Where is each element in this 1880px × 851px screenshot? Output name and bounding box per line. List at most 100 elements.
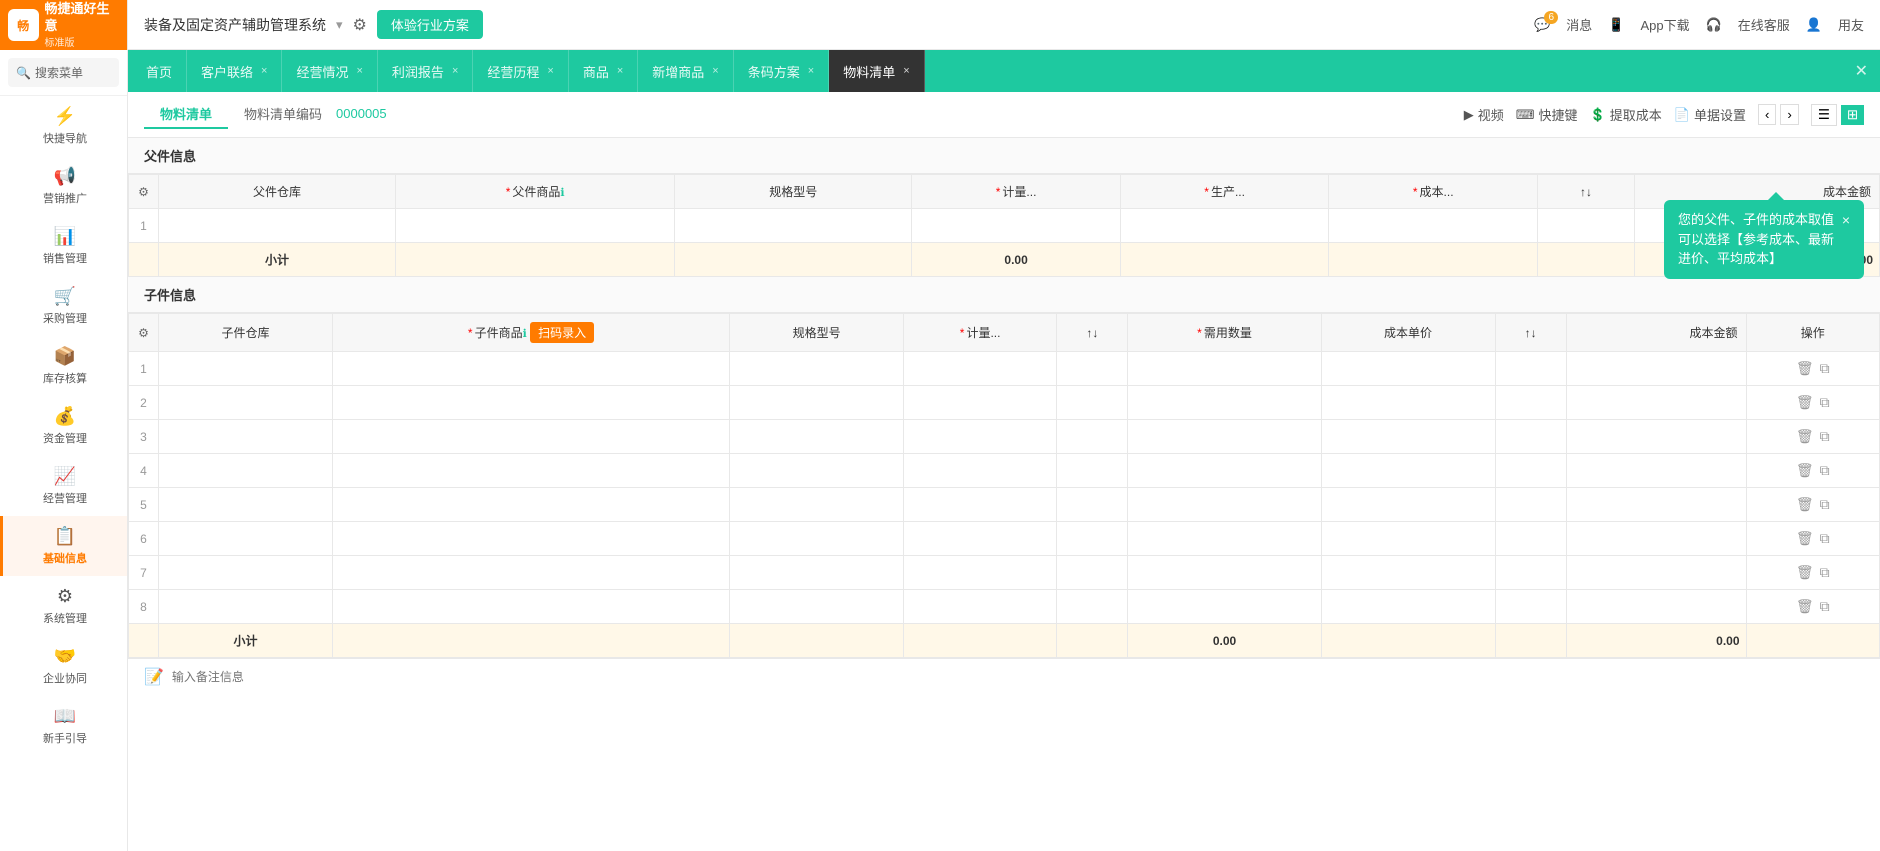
sidebar-item-sales[interactable]: 📊 销售管理	[0, 216, 127, 276]
search-menu-button[interactable]: 🔍 搜索菜单	[8, 58, 119, 87]
prev-page-btn[interactable]: ‹	[1758, 104, 1776, 125]
child-row5-warehouse[interactable]	[159, 488, 333, 522]
child-row4-needed-qty[interactable]	[1128, 454, 1321, 488]
tab-profit[interactable]: 利润报告 ×	[378, 50, 473, 92]
close-all-tabs[interactable]: ✕	[1847, 61, 1876, 81]
tab-home[interactable]: 首页	[132, 50, 187, 92]
child-settings-icon[interactable]: ⚙	[138, 326, 149, 340]
tab-product-close[interactable]: ×	[617, 65, 623, 77]
online-service-label[interactable]: 在线客服	[1738, 15, 1790, 34]
child-row8-warehouse[interactable]	[159, 590, 333, 624]
child-row4-sort2[interactable]	[1495, 454, 1566, 488]
tab-barcode[interactable]: 条码方案 ×	[734, 50, 829, 92]
tab-bom-close[interactable]: ×	[903, 65, 909, 77]
child-row7-sort1[interactable]	[1057, 556, 1128, 590]
child-row5-sort2[interactable]	[1495, 488, 1566, 522]
child-row4-qty-unit[interactable]	[904, 454, 1057, 488]
tab-bom[interactable]: 物料清单 ×	[829, 50, 924, 92]
child-row8-copy-icon[interactable]: ⧉	[1820, 598, 1830, 615]
child-row7-needed-qty[interactable]	[1128, 556, 1321, 590]
user-name[interactable]: 用友	[1838, 15, 1864, 34]
child-row1-product[interactable]	[333, 352, 730, 386]
child-row5-delete-icon[interactable]: 🗑	[1796, 496, 1814, 513]
child-row6-product[interactable]	[333, 522, 730, 556]
tab-business-status[interactable]: 经营情况 ×	[282, 50, 377, 92]
child-row1-warehouse[interactable]	[159, 352, 333, 386]
tab-new-product[interactable]: 新增商品 ×	[638, 50, 733, 92]
child-row6-qty-unit[interactable]	[904, 522, 1057, 556]
message-wrap[interactable]: 💬 6	[1534, 17, 1550, 33]
tab-customer-close[interactable]: ×	[261, 65, 267, 77]
settings-icon[interactable]: ⚙	[353, 15, 367, 35]
parent-settings-icon[interactable]: ⚙	[138, 185, 149, 199]
tab-business-status-close[interactable]: ×	[356, 65, 362, 77]
child-row7-qty-unit[interactable]	[904, 556, 1057, 590]
tab-profit-close[interactable]: ×	[452, 65, 458, 77]
tab-barcode-close[interactable]: ×	[808, 65, 814, 77]
child-row5-product[interactable]	[333, 488, 730, 522]
tab-customer[interactable]: 客户联络 ×	[187, 50, 282, 92]
child-row3-sort2[interactable]	[1495, 420, 1566, 454]
child-row6-needed-qty[interactable]	[1128, 522, 1321, 556]
parent-row1-sort[interactable]	[1537, 209, 1634, 243]
child-row1-cost-unit[interactable]	[1321, 352, 1495, 386]
child-row4-product[interactable]	[333, 454, 730, 488]
child-th-sort1[interactable]: ↑↓	[1057, 314, 1128, 352]
message-label[interactable]: 消息	[1566, 15, 1592, 34]
tooltip-close-btn[interactable]: ×	[1842, 210, 1850, 231]
child-row1-qty-unit[interactable]	[904, 352, 1057, 386]
child-row1-copy-icon[interactable]: ⧉	[1820, 360, 1830, 377]
child-row3-copy-icon[interactable]: ⧉	[1820, 428, 1830, 445]
grid-view-btn[interactable]: ⊞	[1841, 105, 1864, 125]
child-row6-delete-icon[interactable]: 🗑	[1796, 530, 1814, 547]
child-row7-sort2[interactable]	[1495, 556, 1566, 590]
child-row3-warehouse[interactable]	[159, 420, 333, 454]
child-row8-cost-unit[interactable]	[1321, 590, 1495, 624]
sidebar-item-guide[interactable]: 📖 新手引导	[0, 696, 127, 756]
tab-history[interactable]: 经营历程 ×	[473, 50, 568, 92]
child-row2-warehouse[interactable]	[159, 386, 333, 420]
child-row7-cost-unit[interactable]	[1321, 556, 1495, 590]
child-row1-sort1[interactable]	[1057, 352, 1128, 386]
dropdown-icon[interactable]: ▾	[336, 17, 343, 33]
child-row3-sort1[interactable]	[1057, 420, 1128, 454]
child-row4-delete-icon[interactable]: 🗑	[1796, 462, 1814, 479]
child-row5-cost-unit[interactable]	[1321, 488, 1495, 522]
parent-th-sort[interactable]: ↑↓	[1537, 175, 1634, 209]
child-row7-product[interactable]	[333, 556, 730, 590]
tab-history-close[interactable]: ×	[547, 65, 553, 77]
child-row2-spec[interactable]	[730, 386, 904, 420]
child-row8-qty-unit[interactable]	[904, 590, 1057, 624]
shortcut-btn[interactable]: ⌨ 快捷键	[1516, 105, 1578, 124]
child-row2-needed-qty[interactable]	[1128, 386, 1321, 420]
child-row4-sort1[interactable]	[1057, 454, 1128, 488]
child-row7-spec[interactable]	[730, 556, 904, 590]
child-row3-cost-unit[interactable]	[1321, 420, 1495, 454]
parent-row1-production[interactable]	[1120, 209, 1329, 243]
try-btn[interactable]: 体验行业方案	[377, 10, 483, 39]
single-settings-btn[interactable]: 📄 单据设置	[1674, 105, 1746, 124]
video-btn[interactable]: ▶ 视频	[1464, 105, 1504, 124]
child-row5-spec[interactable]	[730, 488, 904, 522]
child-row6-spec[interactable]	[730, 522, 904, 556]
child-row6-sort2[interactable]	[1495, 522, 1566, 556]
tab-new-product-close[interactable]: ×	[712, 65, 718, 77]
sidebar-item-enterprise[interactable]: 🤝 企业协同	[0, 636, 127, 696]
search-area[interactable]: 🔍 搜索菜单	[0, 50, 127, 96]
child-row2-product[interactable]	[333, 386, 730, 420]
extract-cost-btn[interactable]: 💲 提取成本	[1590, 105, 1662, 124]
child-row4-warehouse[interactable]	[159, 454, 333, 488]
parent-th-settings[interactable]: ⚙	[129, 175, 159, 209]
child-row7-warehouse[interactable]	[159, 556, 333, 590]
sidebar-item-quick-nav[interactable]: ⚡ 快捷导航	[0, 96, 127, 156]
child-row7-copy-icon[interactable]: ⧉	[1820, 564, 1830, 581]
child-row6-copy-icon[interactable]: ⧉	[1820, 530, 1830, 547]
app-download-label[interactable]: App下载	[1640, 15, 1689, 34]
sidebar-item-business[interactable]: 📈 经营管理	[0, 456, 127, 516]
child-row8-product[interactable]	[333, 590, 730, 624]
child-row2-sort2[interactable]	[1495, 386, 1566, 420]
sub-tab-bom-code[interactable]: 物料清单编码 0000005	[228, 100, 403, 129]
child-row4-copy-icon[interactable]: ⧉	[1820, 462, 1830, 479]
child-row2-copy-icon[interactable]: ⧉	[1820, 394, 1830, 411]
child-th-settings[interactable]: ⚙	[129, 314, 159, 352]
